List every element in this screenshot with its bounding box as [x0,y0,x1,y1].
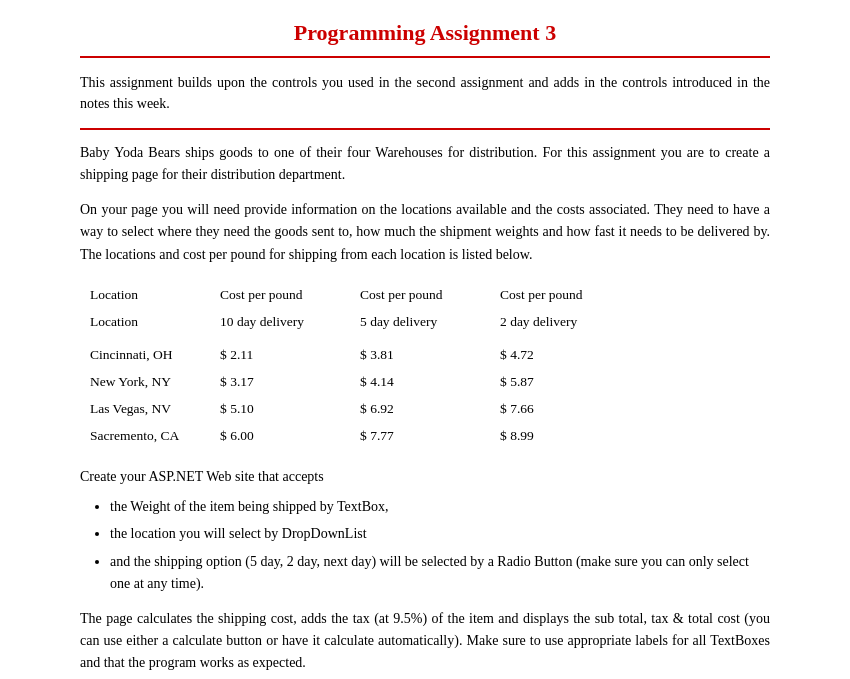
bullet-item-1: the location you will select by DropDown… [110,523,770,545]
table-header-1: Cost per pound [220,282,360,309]
paragraph-2: On your page you will need provide infor… [80,199,770,266]
table-cell-3-2: $ 7.77 [360,423,500,450]
table-row: Las Vegas, NV$ 5.10$ 6.92$ 7.66 [90,396,640,423]
table-cell-2-1: $ 5.10 [220,396,360,423]
requirements-list: the Weight of the item being shipped by … [110,496,770,596]
table-header-3: Cost per pound [500,282,640,309]
table-row: Cincinnati, OH$ 2.11$ 3.81$ 4.72 [90,342,640,369]
table-cell-2-0: Las Vegas, NV [90,396,220,423]
table-subheader-2: 5 day delivery [360,309,500,336]
create-label: Create your ASP.NET Web site that accept… [80,466,770,488]
table-subheader-3: 2 day delivery [500,309,640,336]
table-subheader-1: 10 day delivery [220,309,360,336]
table-header-2: Cost per pound [360,282,500,309]
table-cell-3-3: $ 8.99 [500,423,640,450]
table-cell-3-0: Sacremento, CA [90,423,220,450]
table-cell-2-3: $ 7.66 [500,396,640,423]
table-cell-1-2: $ 4.14 [360,369,500,396]
bullet-item-2: and the shipping option (5 day, 2 day, n… [110,551,770,596]
divider-middle [80,128,770,130]
bullet-item-0: the Weight of the item being shipped by … [110,496,770,518]
table-row: Sacremento, CA$ 6.00$ 7.77$ 8.99 [90,423,640,450]
paragraph-1: Baby Yoda Bears ships goods to one of th… [80,142,770,187]
table-row: New York, NY$ 3.17$ 4.14$ 5.87 [90,369,640,396]
table-header-0: Location [90,282,220,309]
table-cell-0-0: Cincinnati, OH [90,342,220,369]
table-subheader-0: Location [90,309,220,336]
table-cell-0-1: $ 2.11 [220,342,360,369]
table-cell-1-1: $ 3.17 [220,369,360,396]
intro-paragraph: This assignment builds upon the controls… [80,72,770,114]
table-cell-2-2: $ 6.92 [360,396,500,423]
shipping-table: LocationCost per poundCost per poundCost… [90,282,640,450]
shipping-table-section: LocationCost per poundCost per poundCost… [80,282,770,450]
table-cell-0-3: $ 4.72 [500,342,640,369]
divider-top [80,56,770,58]
page-title: Programming Assignment 3 [80,20,770,46]
table-cell-3-1: $ 6.00 [220,423,360,450]
table-cell-1-0: New York, NY [90,369,220,396]
table-cell-0-2: $ 3.81 [360,342,500,369]
table-cell-1-3: $ 5.87 [500,369,640,396]
footer-paragraph: The page calculates the shipping cost, a… [80,608,770,675]
